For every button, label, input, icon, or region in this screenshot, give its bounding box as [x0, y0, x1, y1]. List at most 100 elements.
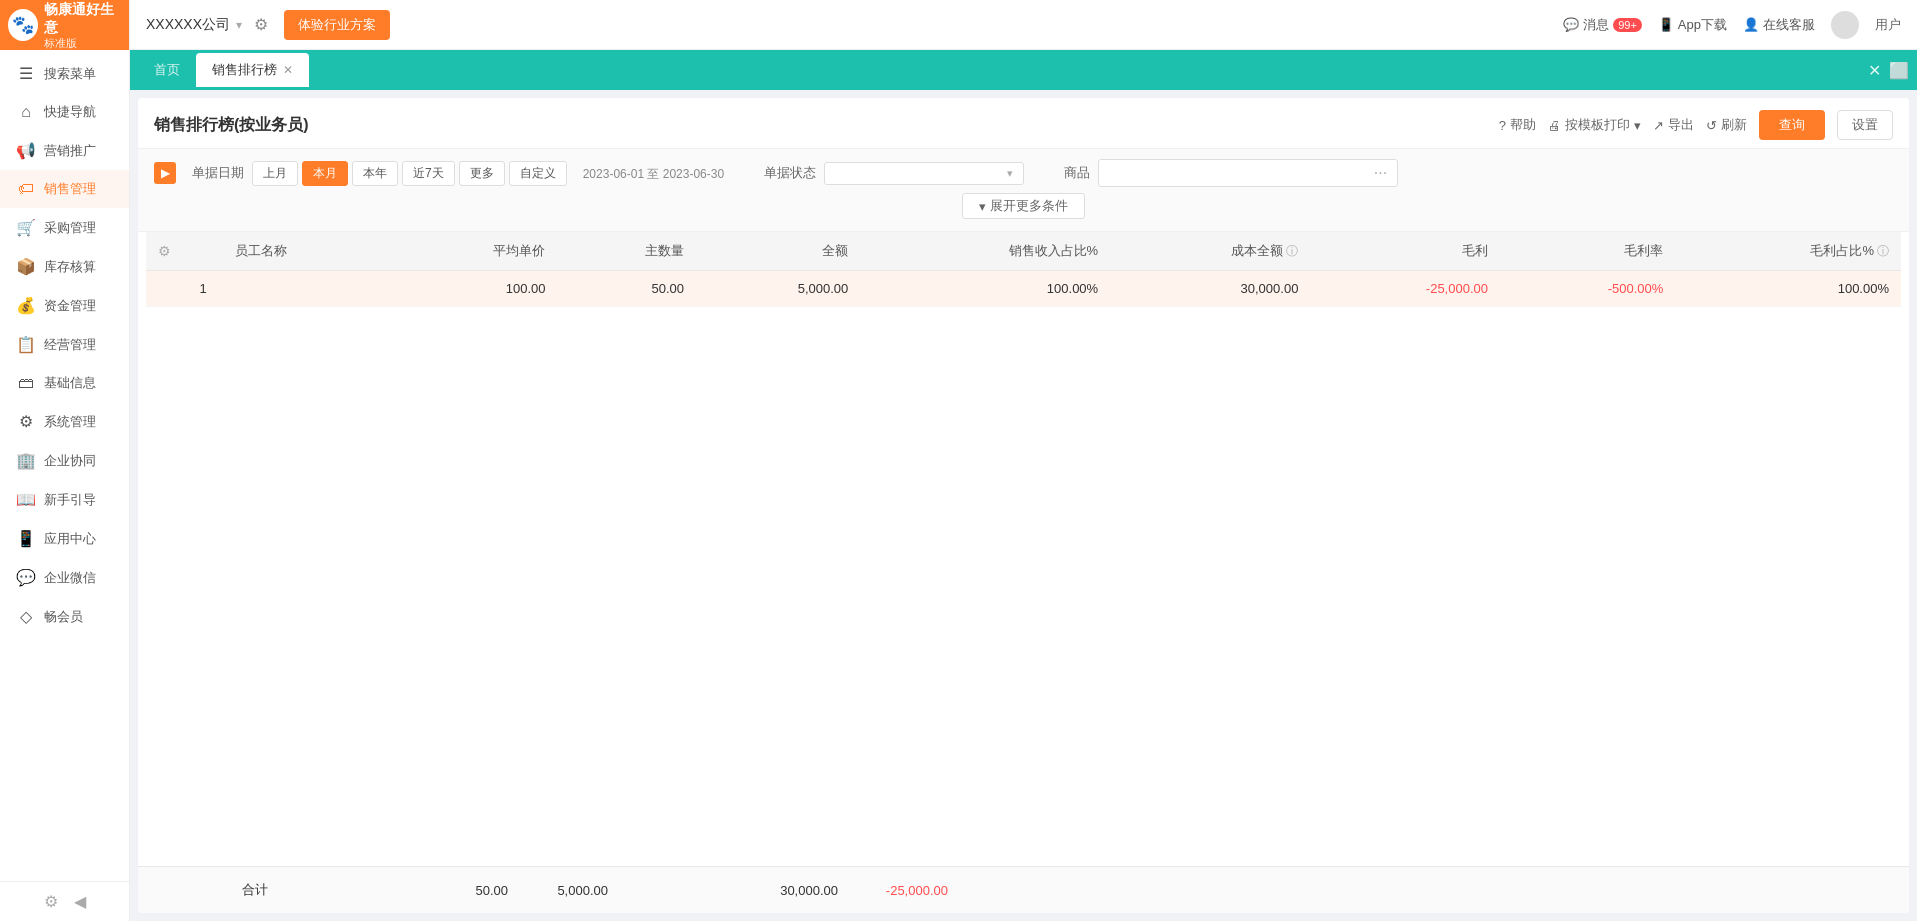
sidebar-item-purchase[interactable]: 🛒采购管理	[0, 208, 129, 247]
footer-sales-pct	[620, 886, 740, 894]
sidebar-logo: 🐾 畅康通好生意 标准版	[0, 0, 129, 50]
company-dropdown-arrow: ▾	[236, 18, 242, 32]
sidebar-label-guide: 新手引导	[44, 491, 96, 509]
sidebar-icon-finance: 💰	[16, 296, 36, 315]
export-btn[interactable]: ↗ 导出	[1653, 116, 1694, 134]
cell-qty-0: 50.00	[557, 271, 696, 307]
message-badge: 99+	[1613, 18, 1642, 32]
user-avatar[interactable]	[1831, 11, 1859, 39]
close-tab-icon[interactable]: ✕	[1868, 61, 1881, 80]
date-btn-this-year[interactable]: 本年	[352, 161, 398, 186]
tabbar: 首页 销售排行榜 ✕ ✕ ⬜	[130, 50, 1917, 90]
print-icon: 🖨	[1548, 118, 1561, 133]
sidebar-icon-appstore: 📱	[16, 529, 36, 548]
sidebar-item-sales[interactable]: 🏷 销售管理	[0, 170, 129, 208]
cell-avg-price-0: 100.00	[390, 271, 557, 307]
print-btn[interactable]: 🖨 按模板打印 ▾	[1548, 116, 1641, 134]
col-settings-icon[interactable]: ⚙	[158, 243, 171, 259]
sidebar-label-purchase: 采购管理	[44, 219, 96, 237]
service-icon: 👤	[1743, 17, 1759, 32]
sidebar-item-basic[interactable]: 🗃基础信息	[0, 364, 129, 402]
sidebar-item-enterprise[interactable]: 🏢企业协同	[0, 441, 129, 480]
topbar-actions: 💬 消息 99+ 📱 App下载 👤 在线客服 用户	[1563, 11, 1901, 39]
page-header: 销售排行榜(按业务员) ? 帮助 🖨 按模板打印 ▾ ↗ 导出	[138, 98, 1909, 149]
cell-cost-0: 30,000.00	[1110, 271, 1310, 307]
col-sales-pct: 销售收入占比%	[860, 232, 1110, 271]
page-title: 销售排行榜(按业务员)	[154, 115, 1499, 136]
sidebar-item-appstore[interactable]: 📱 应用中心	[0, 519, 129, 558]
status-select[interactable]: ▾	[824, 162, 1024, 185]
date-range-text: 2023-06-01 至 2023-06-30	[583, 166, 724, 183]
sidebar-label-appstore: 应用中心	[44, 530, 96, 548]
sidebar-item-member[interactable]: ◇ 畅会员	[0, 597, 129, 636]
footer-profit: -25,000.00	[850, 879, 960, 902]
customer-service-btn[interactable]: 👤 在线客服	[1743, 16, 1815, 34]
message-btn[interactable]: 💬 消息 99+	[1563, 16, 1642, 34]
cost-info-icon[interactable]: ⓘ	[1286, 244, 1298, 258]
company-name: XXXXXX公司	[146, 16, 230, 34]
service-label: 在线客服	[1763, 16, 1815, 34]
status-filter: 单据状态 ▾	[764, 162, 1024, 185]
expand-more-btn[interactable]: ▾ 展开更多条件	[962, 193, 1085, 219]
date-btn-custom[interactable]: 自定义	[509, 161, 567, 186]
company-selector[interactable]: XXXXXX公司 ▾	[146, 16, 242, 34]
sidebar-label-shortcut: 快捷导航	[44, 103, 96, 121]
profit-pct-info-icon[interactable]: ⓘ	[1877, 244, 1889, 258]
sidebar-label-wechat: 企业微信	[44, 569, 96, 587]
settings-footer-btn[interactable]: ⚙	[44, 892, 58, 911]
logo-main-text: 畅康通好生意	[44, 0, 121, 36]
filter-toggle-btn[interactable]: ▶	[154, 162, 176, 184]
main-area: XXXXXX公司 ▾ ⚙ 体验行业方案 💬 消息 99+ 📱 App下载 👤 在…	[130, 0, 1917, 921]
sidebar-icon-basic: 🗃	[16, 374, 36, 392]
col-avg-price: 平均单价	[390, 232, 557, 271]
topbar: XXXXXX公司 ▾ ⚙ 体验行业方案 💬 消息 99+ 📱 App下载 👤 在…	[130, 0, 1917, 50]
sidebar-icon-shortcut: ⌂	[16, 103, 36, 121]
sidebar-item-guide[interactable]: 📖新手引导	[0, 480, 129, 519]
help-btn[interactable]: ? 帮助	[1499, 116, 1536, 134]
date-btn-last-month[interactable]: 上月	[252, 161, 298, 186]
app-download-btn[interactable]: 📱 App下载	[1658, 16, 1727, 34]
sidebar-item-shortcut[interactable]: ⌂ 快捷导航	[0, 93, 129, 131]
col-name: 员工名称	[223, 232, 390, 271]
sidebar-icon-marketing: 📢	[16, 141, 36, 160]
footer-profit-pct	[1060, 886, 1160, 894]
cell-name-0	[223, 271, 390, 307]
goods-more-icon[interactable]: ···	[1374, 164, 1387, 182]
sidebar-item-system[interactable]: ⚙系统管理	[0, 402, 129, 441]
settings-icon[interactable]: ⚙	[254, 15, 268, 34]
col-profit-pct: 毛利占比%ⓘ	[1675, 232, 1901, 271]
sidebar-label-inventory: 库存核算	[44, 258, 96, 276]
goods-filter-label: 商品	[1064, 164, 1090, 182]
footer-profit-rate	[960, 886, 1060, 894]
footer-qty: 50.00	[440, 879, 520, 902]
sidebar-item-operation[interactable]: 📋经营管理	[0, 325, 129, 364]
trial-btn[interactable]: 体验行业方案	[284, 10, 390, 40]
tab-close-btn[interactable]: ✕	[283, 63, 293, 77]
settings-btn[interactable]: 设置	[1837, 110, 1893, 140]
tab-sales-rank[interactable]: 销售排行榜 ✕	[196, 53, 309, 87]
sidebar-item-search[interactable]: ☰搜索菜单	[0, 54, 129, 93]
sidebar-label-sales: 销售管理	[44, 180, 96, 198]
sidebar-icon-member: ◇	[16, 607, 36, 626]
sidebar-item-finance[interactable]: 💰资金管理	[0, 286, 129, 325]
tab-home[interactable]: 首页	[138, 53, 196, 87]
content-area: 销售排行榜(按业务员) ? 帮助 🖨 按模板打印 ▾ ↗ 导出	[130, 90, 1917, 921]
cell-amount-0: 5,000.00	[696, 271, 860, 307]
sidebar-label-member: 畅会员	[44, 608, 83, 626]
query-btn[interactable]: 查询	[1759, 110, 1825, 140]
date-btn-this-month[interactable]: 本月	[302, 161, 348, 186]
sidebar-icon-wechat: 💬	[16, 568, 36, 587]
sidebar-item-marketing[interactable]: 📢营销推广	[0, 131, 129, 170]
date-btn-more[interactable]: 更多	[459, 161, 505, 186]
collapse-sidebar-btn[interactable]: ◀	[74, 892, 86, 911]
sidebar-item-wechat[interactable]: 💬 企业微信	[0, 558, 129, 597]
sidebar-icon-sales: 🏷	[16, 180, 36, 198]
sidebar-icon-system: ⚙	[16, 412, 36, 431]
date-btn-7days[interactable]: 近7天	[402, 161, 455, 186]
sidebar-item-inventory[interactable]: 📦库存核算	[0, 247, 129, 286]
goods-input[interactable]: ···	[1098, 159, 1398, 187]
maximize-tab-icon[interactable]: ⬜	[1889, 61, 1909, 80]
footer-avg-price	[350, 886, 440, 894]
sidebar: 🐾 畅康通好生意 标准版 ☰搜索菜单 ⌂ 快捷导航 📢营销推广 🏷 销售管理 🛒采购管理📦库…	[0, 0, 130, 921]
refresh-btn[interactable]: ↺ 刷新	[1706, 116, 1747, 134]
